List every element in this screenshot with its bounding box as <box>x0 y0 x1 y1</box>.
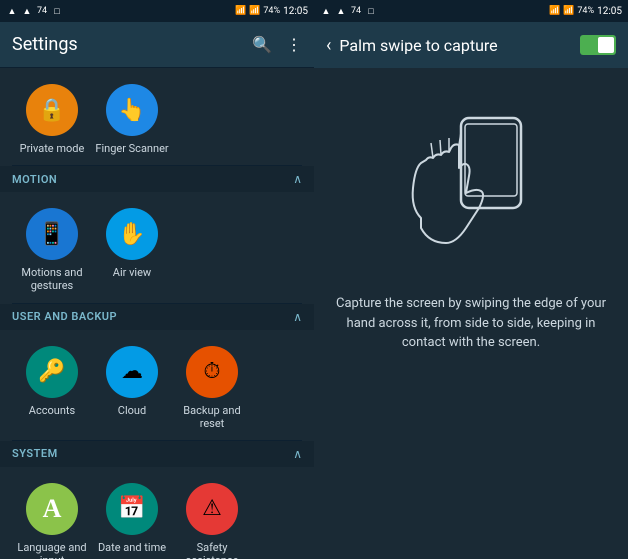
lock-icon: 🔒 <box>38 98 65 123</box>
sidebar-item-accounts[interactable]: 🔑 Accounts <box>12 346 92 430</box>
motion-icons-row: 📱 Motions and gestures ✋ Air view <box>0 192 314 302</box>
user-backup-chevron-icon: ∧ <box>293 310 302 324</box>
safety-assistance-label: Safety assistance <box>172 541 252 559</box>
clock-left: 12:05 <box>283 6 308 17</box>
air-view-icon-circle: ✋ <box>106 208 158 260</box>
sidebar-item-language-input[interactable]: A Language and input <box>12 483 92 559</box>
language-icon: A <box>43 494 62 524</box>
sidebar-item-motions-gestures[interactable]: 📱 Motions and gestures <box>12 208 92 292</box>
left-status-bar: ▲ ▲ 74 □ 📶 📶 74% 12:05 <box>0 0 314 22</box>
accounts-label: Accounts <box>29 404 75 417</box>
right-alert-icon: ▲ <box>335 5 347 17</box>
signal-icon: 📶 <box>249 6 260 16</box>
cloud-label: Cloud <box>118 404 146 417</box>
battery-indicator-left: 74 <box>36 5 48 17</box>
date-time-label: Date and time <box>98 541 166 554</box>
settings-title: Settings <box>12 34 252 55</box>
right-status-bar: ▲ ▲ 74 □ 📶 📶 74% 12:05 <box>314 0 628 22</box>
right-notification-icon: ▲ <box>320 5 332 17</box>
safety-icon-circle: ⚠ <box>186 483 238 535</box>
status-icons-right: 📶 📶 74% 12:05 <box>235 6 308 17</box>
right-clock: 12:05 <box>597 6 622 17</box>
right-battery-percent: 74% <box>577 6 594 16</box>
wifi-icon: 📶 <box>235 6 246 16</box>
sidebar-item-air-view[interactable]: ✋ Air view <box>92 208 172 292</box>
system-chevron-icon: ∧ <box>293 447 302 461</box>
palm-swipe-description: Capture the screen by swiping the edge o… <box>330 294 612 353</box>
more-options-icon[interactable]: ⋮ <box>286 35 302 54</box>
motion-section-title: MOTION <box>12 173 57 186</box>
back-button[interactable]: ‹ <box>326 35 331 56</box>
settings-scroll[interactable]: 🔒 Private mode 👆 Finger Scanner MOTION ∧… <box>0 68 314 559</box>
toggle-thumb <box>598 37 614 53</box>
date-time-icon-circle: 📅 <box>106 483 158 535</box>
right-status-icons-left: ▲ ▲ 74 □ <box>320 5 377 17</box>
right-signal-icon: 📶 <box>563 6 574 16</box>
motions-gestures-label: Motions and gestures <box>12 266 92 292</box>
user-backup-section-title: USER AND BACKUP <box>12 310 117 323</box>
system-section-title: SYSTEM <box>12 447 58 460</box>
key-icon: 🔑 <box>38 359 65 384</box>
private-mode-icon-circle: 🔒 <box>26 84 78 136</box>
right-wifi-icon: 📶 <box>549 6 560 16</box>
battery-percent-left: 74% <box>263 6 280 16</box>
sidebar-item-date-time[interactable]: 📅 Date and time <box>92 483 172 559</box>
sidebar-item-backup-reset[interactable]: ⏱ Backup and reset <box>172 346 252 430</box>
right-panel: ▲ ▲ 74 □ 📶 📶 74% 12:05 ‹ Palm swipe to c… <box>314 0 628 559</box>
sidebar-item-private-mode[interactable]: 🔒 Private mode <box>12 84 92 155</box>
right-main-content: Capture the screen by swiping the edge o… <box>314 68 628 559</box>
palm-swipe-toggle[interactable] <box>580 35 616 55</box>
sidebar-item-safety-assistance[interactable]: ⚠ Safety assistance <box>172 483 252 559</box>
notification-icon: ▲ <box>6 5 18 17</box>
sidebar-item-finger-scanner[interactable]: 👆 Finger Scanner <box>92 84 172 155</box>
backup-reset-label: Backup and reset <box>172 404 252 430</box>
backup-icon: ⏱ <box>203 359 220 384</box>
left-panel: ▲ ▲ 74 □ 📶 📶 74% 12:05 Settings 🔍 ⋮ 🔒 P <box>0 0 314 559</box>
user-backup-icons-row: 🔑 Accounts ☁ Cloud ⏱ Backup and reset <box>0 330 314 440</box>
status-icons-left: ▲ ▲ 74 □ <box>6 5 63 17</box>
screen-icon: □ <box>51 5 63 17</box>
motions-icon: 📱 <box>38 222 65 247</box>
sidebar-item-cloud[interactable]: ☁ Cloud <box>92 346 172 430</box>
air-view-icon: ✋ <box>118 222 145 247</box>
fingerprint-icon: 👆 <box>118 98 145 123</box>
system-section-header[interactable]: SYSTEM ∧ <box>0 441 314 467</box>
top-icons-row: 🔒 Private mode 👆 Finger Scanner <box>0 68 314 165</box>
palm-swipe-title: Palm swipe to capture <box>339 36 572 55</box>
right-status-icons-right: 📶 📶 74% 12:05 <box>549 6 622 17</box>
language-icon-circle: A <box>26 483 78 535</box>
search-icon[interactable]: 🔍 <box>252 35 272 54</box>
illustration-svg <box>391 88 551 278</box>
header-actions: 🔍 ⋮ <box>252 35 302 54</box>
air-view-label: Air view <box>113 266 151 279</box>
alert-icon: ▲ <box>21 5 33 17</box>
user-backup-section-header[interactable]: USER AND BACKUP ∧ <box>0 304 314 330</box>
backup-reset-icon-circle: ⏱ <box>186 346 238 398</box>
cloud-icon: ☁ <box>121 359 143 384</box>
private-mode-label: Private mode <box>20 142 85 155</box>
motion-section-header[interactable]: MOTION ∧ <box>0 166 314 192</box>
finger-scanner-icon-circle: 👆 <box>106 84 158 136</box>
accounts-icon-circle: 🔑 <box>26 346 78 398</box>
calendar-icon: 📅 <box>118 496 145 521</box>
finger-scanner-label: Finger Scanner <box>95 142 168 155</box>
right-header: ‹ Palm swipe to capture <box>314 22 628 68</box>
cloud-icon-circle: ☁ <box>106 346 158 398</box>
system-icons-row: A Language and input 📅 Date and time ⚠ S… <box>0 467 314 559</box>
motion-chevron-icon: ∧ <box>293 172 302 186</box>
palm-swipe-illustration <box>391 88 551 278</box>
left-header: Settings 🔍 ⋮ <box>0 22 314 68</box>
right-screen-icon: □ <box>365 5 377 17</box>
right-battery-indicator: 74 <box>350 5 362 17</box>
safety-icon: ⚠ <box>202 496 222 521</box>
motions-gestures-icon-circle: 📱 <box>26 208 78 260</box>
language-input-label: Language and input <box>12 541 92 559</box>
